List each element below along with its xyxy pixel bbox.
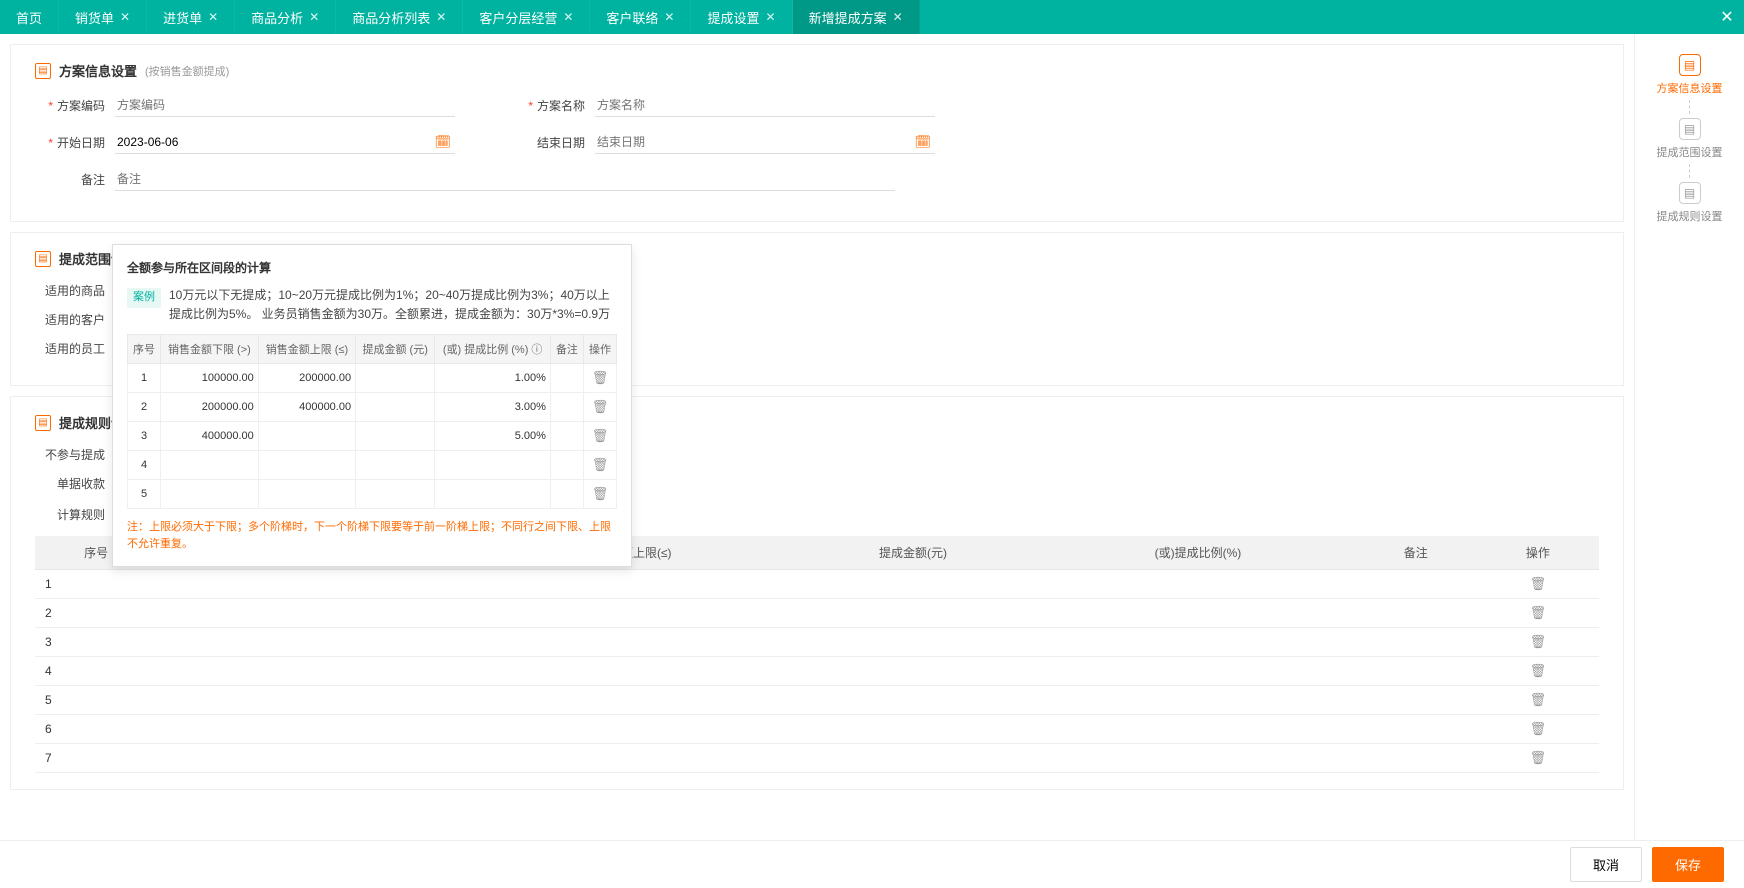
tab-客户分层经营[interactable]: 客户分层经营✕ [463,0,590,34]
delete-icon[interactable]: 🗑 [592,486,609,501]
example-table: 序号销售金额下限 (>)销售金额上限 (≤)提成金额 (元)(或) 提成比例 (… [127,334,617,509]
label-customer: 适用的客户 [35,311,115,328]
tab-进货单[interactable]: 进货单✕ [147,0,235,34]
delete-icon[interactable]: 🗑 [592,399,609,414]
delete-icon[interactable]: 🗑 [1530,634,1547,649]
label-goods: 适用的商品 [35,282,115,299]
label-calc-rule: 计算规则 [35,506,115,523]
panel-plan-info: ▤ 方案信息设置 (按销售金额提成) 方案编码 方案名称 开始日期 [10,44,1624,222]
table-row[interactable]: 6🗑 [35,715,1599,744]
example-row: 1100000.00200000.001.00%🗑 [128,364,617,393]
table-row[interactable]: 7🗑 [35,744,1599,773]
save-button[interactable]: 保存 [1652,847,1724,882]
table-row[interactable]: 5🗑 [35,686,1599,715]
example-row: 3400000.005.00%🗑 [128,422,617,451]
step-icon: ▤ [1679,54,1701,76]
table-row[interactable]: 3🗑 [35,628,1599,657]
tab-首页[interactable]: 首页 [0,0,59,34]
label-exclude: 不参与提成 [35,446,115,463]
tab-bar: 首页销货单✕进货单✕商品分析✕商品分析列表✕客户分层经营✕客户联络✕提成设置✕新… [0,0,1744,34]
input-remark[interactable] [115,168,895,191]
delete-icon[interactable]: 🗑 [1530,576,1547,591]
tooltip-title: 全额参与所在区间段的计算 [127,259,617,276]
input-end-date[interactable] [595,131,910,153]
tab-新增提成方案[interactable]: 新增提成方案✕ [793,0,920,34]
delete-icon[interactable]: 🗑 [592,428,609,443]
step-icon: ▤ [1679,182,1701,204]
tabbar-close-button[interactable]: ✕ [1710,0,1744,34]
label-start-date: 开始日期 [35,134,115,151]
tooltip-note: 注：上限必须大于下限；多个阶梯时，下一个阶梯下限要等于前一阶梯上限；不同行之间下… [127,519,617,552]
panel-icon: ▤ [35,251,51,267]
close-icon[interactable]: ✕ [208,10,218,24]
step-label: 方案信息设置 [1657,80,1723,96]
close-icon[interactable]: ✕ [563,10,573,24]
label-collect: 单据收款 [35,475,115,492]
example-row: 4🗑 [128,451,617,480]
delete-icon[interactable]: 🗑 [592,457,609,472]
close-icon[interactable]: ✕ [309,10,319,24]
close-icon[interactable]: ✕ [893,10,903,24]
tooltip-example-panel: 全额参与所在区间段的计算 案例 10万元以下无提成；10~20万元提成比例为1%… [112,244,632,567]
close-icon[interactable]: ✕ [766,10,776,24]
table-row[interactable]: 1🗑 [35,570,1599,599]
example-row: 5🗑 [128,480,617,509]
input-plan-code[interactable] [115,94,455,117]
delete-icon[interactable]: 🗑 [1530,605,1547,620]
delete-icon[interactable]: 🗑 [1530,750,1547,765]
close-icon[interactable]: ✕ [120,10,130,24]
example-text: 10万元以下无提成；10~20万元提成比例为1%；20~40万提成比例为3%；4… [169,286,617,324]
panel-subtitle: (按销售金额提成) [145,63,229,79]
calendar-icon[interactable]: 🗓 [910,134,935,150]
panel-title: 方案信息设置 [59,61,137,80]
close-icon[interactable]: ✕ [664,10,674,24]
input-start-date[interactable] [115,131,430,153]
cancel-button[interactable]: 取消 [1570,847,1642,882]
close-icon[interactable]: ✕ [436,10,446,24]
tab-商品分析列表[interactable]: 商品分析列表✕ [336,0,463,34]
step-icon: ▤ [1679,118,1701,140]
step-0[interactable]: ▤ 方案信息设置 [1657,54,1723,96]
panel-icon: ▤ [35,415,51,431]
tab-销货单[interactable]: 销货单✕ [59,0,147,34]
panel-icon: ▤ [35,63,51,79]
rules-table: 序号销售金额下限(>)销售金额上限(≤)提成金额(元)(或)提成比例(%)备注操… [35,536,1599,773]
label-end-date: 结束日期 [515,134,595,151]
calendar-icon[interactable]: 🗓 [430,134,455,150]
right-step-nav: ▤ 方案信息设置 ▤ 提成范围设置 ▤ 提成规则设置 [1634,34,1744,880]
example-badge: 案例 [127,288,161,308]
step-label: 提成范围设置 [1657,144,1723,160]
label-remark: 备注 [35,171,115,188]
step-2[interactable]: ▤ 提成规则设置 [1657,182,1723,224]
step-1[interactable]: ▤ 提成范围设置 [1657,118,1723,160]
label-plan-name: 方案名称 [515,97,595,114]
table-row[interactable]: 2🗑 [35,599,1599,628]
delete-icon[interactable]: 🗑 [1530,692,1547,707]
label-staff: 适用的员工 [35,340,115,357]
input-plan-name[interactable] [595,94,935,117]
tab-提成设置[interactable]: 提成设置✕ [691,0,792,34]
label-plan-code: 方案编码 [35,97,115,114]
delete-icon[interactable]: 🗑 [1530,663,1547,678]
tab-商品分析[interactable]: 商品分析✕ [235,0,336,34]
table-row[interactable]: 4🗑 [35,657,1599,686]
step-label: 提成规则设置 [1657,208,1723,224]
footer-bar: 取消 保存 [0,840,1744,888]
example-row: 2200000.00400000.003.00%🗑 [128,393,617,422]
delete-icon[interactable]: 🗑 [1530,721,1547,736]
tab-客户联络[interactable]: 客户联络✕ [590,0,691,34]
delete-icon[interactable]: 🗑 [592,370,609,385]
